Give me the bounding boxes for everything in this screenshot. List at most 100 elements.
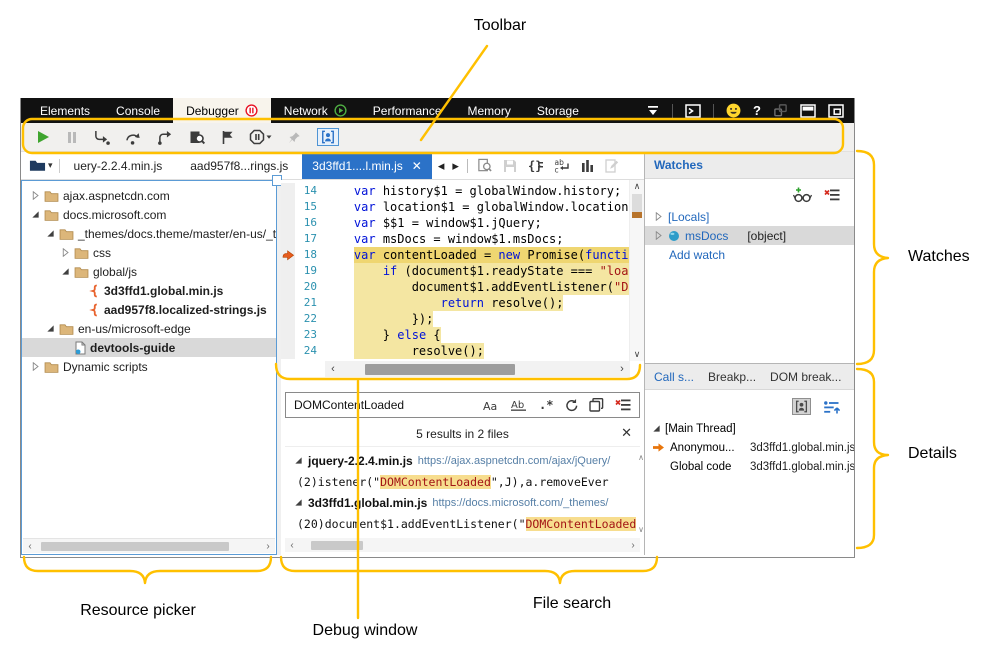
search-result-file[interactable]: 3d3ffd1.global.min.jshttps://docs.micros… [285, 492, 640, 513]
expand-closed-icon[interactable] [30, 191, 40, 200]
breakpoint-gutter[interactable] [281, 327, 295, 343]
tab-network[interactable]: Network [271, 98, 360, 123]
editor-vscrollbar[interactable]: ∧ ∨ [629, 180, 644, 361]
expand-open-icon[interactable] [45, 229, 55, 238]
scroll-left-icon[interactable]: ‹ [23, 541, 37, 552]
code-line[interactable]: 23 } else { [281, 327, 644, 343]
just-my-code-icon[interactable] [321, 130, 335, 144]
tree-item[interactable]: css [22, 243, 276, 262]
scroll-left-icon[interactable]: ‹ [285, 540, 299, 551]
expand-open-icon[interactable] [30, 210, 40, 219]
details-tab[interactable]: Call s... [654, 370, 694, 384]
folder-picker-icon[interactable] [29, 159, 46, 172]
tree-item[interactable]: 3d3ffd1.global.min.js [22, 281, 276, 300]
code-line[interactable]: 18 var contentLoaded = new Promise(funct… [281, 247, 644, 263]
tab-storage[interactable]: Storage [524, 98, 592, 123]
tab-performance[interactable]: Performance [360, 98, 455, 123]
pretty-print-icon[interactable]: {} [528, 159, 543, 173]
search-all-docs-icon[interactable] [589, 398, 604, 412]
expand-open-icon[interactable] [651, 424, 661, 433]
tab-elements[interactable]: Elements [27, 98, 103, 123]
search-result-match[interactable]: (2) istener("DOMContentLoaded",J),a.remo… [285, 471, 640, 492]
breakpoint-gutter[interactable] [281, 215, 295, 231]
scroll-up-icon[interactable]: ∧ [630, 181, 644, 192]
editor-hscrollbar[interactable]: ‹ › [325, 361, 630, 377]
tree-item[interactable]: ajax.aspnetcdn.com [22, 186, 276, 205]
watch-item[interactable]: Add watch [645, 245, 854, 264]
add-watch-icon[interactable] [793, 187, 812, 203]
expand-closed-icon[interactable] [60, 248, 70, 257]
scroll-right-icon[interactable]: › [614, 363, 630, 375]
file-tab[interactable]: aad957f8...rings.js [176, 152, 302, 179]
scroll-right-icon[interactable]: › [261, 541, 275, 552]
scrollbar-thumb[interactable] [41, 542, 229, 551]
tab-memory[interactable]: Memory [455, 98, 524, 123]
expand-open-icon[interactable] [293, 456, 303, 465]
tree-item[interactable]: en-us/microsoft-edge [22, 319, 276, 338]
expand-open-icon[interactable] [60, 267, 70, 276]
close-tab-icon[interactable]: ✕ [412, 159, 422, 173]
breakpoint-gutter[interactable] [281, 231, 295, 247]
search-input[interactable]: DOMContentLoaded [286, 398, 483, 412]
code-line[interactable]: 14 var history$1 = globalWindow.history; [281, 183, 644, 199]
jmc-frames-icon[interactable] [795, 400, 808, 413]
scroll-right-icon[interactable]: › [626, 540, 640, 551]
step-out-icon[interactable] [157, 130, 174, 145]
resource-picker-dropdown[interactable]: ▾ [21, 152, 59, 179]
continue-icon[interactable] [35, 129, 51, 145]
show-next-statement-icon[interactable] [189, 130, 205, 145]
breakpoint-gutter[interactable] [281, 199, 295, 215]
search-result-match[interactable]: (20) document$1.addEventListener("DOMCon… [285, 513, 640, 534]
code-line[interactable]: 21 return resolve(); [281, 295, 644, 311]
tree-item[interactable]: _themes/docs.theme/master/en-us/_th [22, 224, 276, 243]
callstack-frame[interactable]: Global code3d3ffd1.global.min.js [645, 457, 854, 476]
breakpoint-gutter[interactable] [281, 343, 295, 359]
file-tab[interactable]: uery-2.2.4.min.js [60, 152, 177, 179]
code-line[interactable]: 24 resolve(); [281, 343, 644, 359]
code-line[interactable]: 15 var location$1 = globalWindow.locatio… [281, 199, 644, 215]
tab-debugger[interactable]: Debugger [173, 98, 271, 123]
watch-item[interactable]: msDocs[object] [645, 226, 854, 245]
tree-item[interactable]: aad957f8.localized-strings.js [22, 300, 276, 319]
clear-results-icon[interactable] [615, 398, 631, 412]
scrollbar-thumb[interactable] [311, 541, 363, 550]
tab-console[interactable]: Console [103, 98, 173, 123]
exception-control-icon[interactable] [249, 129, 272, 145]
debug-window-editor[interactable]: 14 var history$1 = globalWindow.history;… [281, 180, 644, 377]
find-in-file-icon[interactable] [477, 158, 492, 173]
break-on-new-worker-icon[interactable] [220, 130, 234, 145]
breakpoint-gutter[interactable] [281, 279, 295, 295]
chevron-more-icon[interactable] [646, 104, 660, 117]
breakpoint-gutter[interactable] [281, 183, 295, 199]
tree-item[interactable]: docs.microsoft.com [22, 205, 276, 224]
word-wrap-icon[interactable]: abc [554, 158, 570, 173]
breakpoint-gutter[interactable] [281, 311, 295, 327]
code-line[interactable]: 20 document$1.addEventListener("DOMCo [281, 279, 644, 295]
code-line[interactable]: 22 }); [281, 311, 644, 327]
help-icon[interactable]: ? [753, 104, 761, 117]
code-line[interactable]: 19 if (document$1.readyState === "loadin… [281, 263, 644, 279]
jmc-frames-toggle[interactable] [792, 398, 811, 415]
expand-closed-icon[interactable] [30, 362, 40, 371]
column-profiler-icon[interactable] [581, 159, 594, 173]
expand-open-icon[interactable] [45, 324, 55, 333]
details-tab[interactable]: Breakp... [708, 370, 756, 384]
clear-watches-icon[interactable] [824, 187, 840, 203]
code-line[interactable]: 16 var $$1 = window$1.jQuery; [281, 215, 644, 231]
match-case-icon[interactable]: Aa [483, 399, 500, 412]
dock-bottom-icon[interactable] [800, 104, 816, 118]
tab-forward-icon[interactable]: ▸ [452, 159, 459, 172]
tree-item[interactable]: devtools-guide [22, 338, 276, 357]
resource-picker-hscrollbar[interactable]: ‹ › [23, 538, 275, 553]
close-search-icon[interactable]: ✕ [621, 425, 632, 441]
async-frames-icon[interactable] [823, 398, 840, 415]
details-tab[interactable]: DOM break... [770, 370, 841, 384]
regex-icon[interactable]: .* [539, 399, 553, 412]
step-over-icon[interactable] [125, 130, 142, 145]
expand-closed-icon[interactable] [653, 212, 663, 221]
breakpoint-gutter[interactable] [281, 263, 295, 279]
console-panel-icon[interactable] [685, 104, 701, 118]
thread-row[interactable]: [Main Thread] [645, 419, 854, 438]
file-tab[interactable]: 3d3ffd1....l.min.js✕ [302, 152, 432, 179]
whole-word-icon[interactable]: Ab [511, 398, 528, 412]
